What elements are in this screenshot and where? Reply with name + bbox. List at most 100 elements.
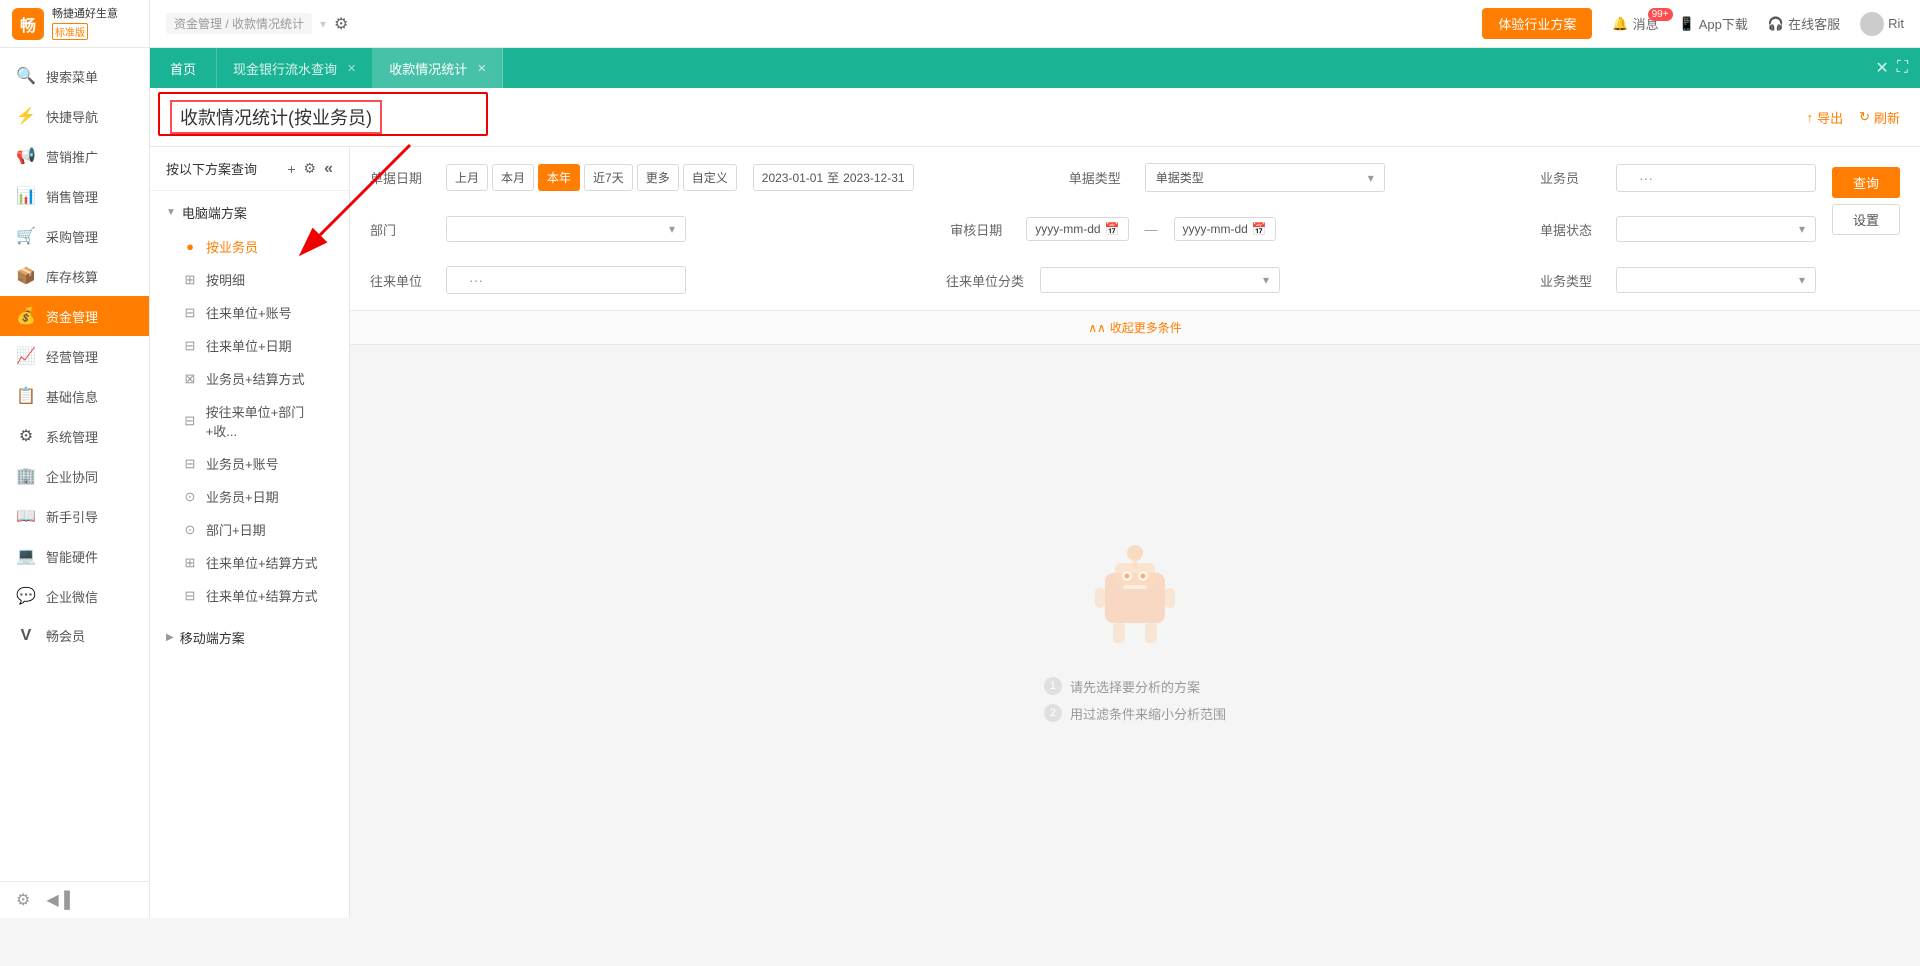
scheme-collapse-icon[interactable]: « <box>324 160 333 178</box>
sidebar-item-purchase-label: 采购管理 <box>46 227 98 246</box>
scheme-item-partner-dept-label: 按往来单位+部门+收... <box>206 402 333 440</box>
scheme-item-by-detail[interactable]: ⊞ 按明细 <box>150 263 349 296</box>
breadcrumb: 资金管理 / 收款情况统计 <box>166 13 312 34</box>
sidebar-item-enterprise-label: 企业协同 <box>46 467 98 486</box>
scheme-item-partner-settlement2[interactable]: ⊟ 往来单位+结算方式 <box>150 579 349 612</box>
sidebar-item-hardware[interactable]: 💻 智能硬件 <box>0 536 149 576</box>
salesman-select[interactable]: ··· <box>1616 164 1816 192</box>
page-content: 收款情况统计(按业务员) ↑ 导出 ↻ 刷新 按以下方案查询 + <box>150 88 1920 918</box>
scheme-item-partner-account[interactable]: ⊟ 往来单位+账号 <box>150 296 349 329</box>
user-avatar <box>1860 12 1884 36</box>
export-button[interactable]: ↑ 导出 <box>1807 108 1844 127</box>
notification-button[interactable]: 🔔 消息 99+ <box>1612 14 1658 33</box>
sidebar-item-sales-label: 销售管理 <box>46 187 98 206</box>
query-button[interactable]: 查询 <box>1832 167 1900 198</box>
tab-home[interactable]: 首页 <box>150 48 217 88</box>
tab-receipt-stats[interactable]: 收款情况统计 ✕ <box>373 48 503 88</box>
scheme-item-partner-date[interactable]: ⊟ 往来单位+日期 <box>150 329 349 362</box>
scheme-item-by-salesman[interactable]: ● 按业务员 <box>150 230 349 263</box>
filter-settings-button[interactable]: 设置 <box>1832 204 1900 235</box>
sidebar-item-sales[interactable]: 📊 销售管理 <box>0 176 149 216</box>
app-download-button[interactable]: 📱 App下载 <box>1679 14 1748 33</box>
sidebar-item-wechat[interactable]: 💬 企业微信 <box>0 576 149 616</box>
review-date-start-input[interactable]: yyyy-mm-dd 📅 <box>1026 217 1128 241</box>
scheme-item-partner-date-label: 往来单位+日期 <box>206 336 292 355</box>
scheme-section-mobile-title[interactable]: ▶ 移动端方案 <box>150 620 349 655</box>
tab-maximize-icon[interactable]: ⛶ <box>1897 59 1908 77</box>
app-download-label: App下载 <box>1699 14 1748 33</box>
scheme-item-dept-date-label: 部门+日期 <box>206 520 266 539</box>
sidebar-item-finance[interactable]: 💰 资金管理 <box>0 296 149 336</box>
filter-panel: 单据日期 上月 本月 本年 近7天 更多 自定义 <box>350 147 1920 918</box>
sidebar-item-purchase[interactable]: 🛒 采购管理 <box>0 216 149 256</box>
date-btn-this-year[interactable]: 本年 <box>538 164 580 191</box>
date-range-input[interactable]: 2023-01-01 至 2023-12-31 <box>753 164 914 191</box>
sidebar-item-system-label: 系统管理 <box>46 427 98 446</box>
member-icon: V <box>16 627 36 645</box>
collapse-bar[interactable]: ∧∧ 收起更多条件 <box>350 311 1920 345</box>
partner-more-icon[interactable]: ··· <box>465 272 487 288</box>
empty-tip-1: 1 请先选择要分析的方案 <box>1044 677 1226 696</box>
tab-close-all-icon[interactable]: ✕ <box>1875 58 1888 78</box>
scheme-item-partner-dept-collect[interactable]: ⊟ 按往来单位+部门+收... <box>150 395 349 447</box>
top-header: 资金管理 / 收款情况统计 ▾ ⚙ 体验行业方案 🔔 消息 99+ 📱 App下… <box>150 0 1920 48</box>
settings-bottom-icon[interactable]: ⚙ <box>16 890 30 910</box>
voucher-status-label: 单据状态 <box>1540 220 1600 239</box>
breadcrumb-gear-icon[interactable]: ⚙ <box>334 14 348 34</box>
sidebar-item-marketing[interactable]: 📢 营销推广 <box>0 136 149 176</box>
scheme-section-desktop-title[interactable]: ▼ 电脑端方案 <box>150 195 349 230</box>
trial-button[interactable]: 体验行业方案 <box>1482 8 1592 39</box>
marketing-icon: 📢 <box>16 146 36 166</box>
date-btn-this-month[interactable]: 本月 <box>492 164 534 191</box>
sidebar-item-operation[interactable]: 📈 经营管理 <box>0 336 149 376</box>
scheme-item-salesman-settlement[interactable]: ⊠ 业务员+结算方式 <box>150 362 349 395</box>
scheme-item-partner-settlement1[interactable]: ⊞ 往来单位+结算方式 <box>150 546 349 579</box>
scheme-settings-icon[interactable]: ⚙ <box>304 160 317 177</box>
tab-bank-flow-close-icon[interactable]: ✕ <box>347 62 356 75</box>
user-info[interactable]: Rit <box>1860 12 1904 36</box>
sidebar-item-enterprise[interactable]: 🏢 企业协同 <box>0 456 149 496</box>
salesman-more-icon[interactable]: ··· <box>1635 170 1657 186</box>
scheme-add-icon[interactable]: + <box>287 161 295 177</box>
department-select[interactable]: ▾ <box>446 216 686 242</box>
sidebar-item-guide[interactable]: 📖 新手引导 <box>0 496 149 536</box>
sidebar-item-inventory[interactable]: 📦 库存核算 <box>0 256 149 296</box>
date-btn-last-month[interactable]: 上月 <box>446 164 488 191</box>
tab-receipt-stats-close-icon[interactable]: ✕ <box>477 62 486 75</box>
tab-bank-flow[interactable]: 现金银行流水查询 ✕ <box>217 48 373 88</box>
scheme-item-dept-date[interactable]: ⊙ 部门+日期 <box>150 513 349 546</box>
main-area: 首页 现金银行流水查询 ✕ 收款情况统计 ✕ ✕ ⛶ 收款情况统计(按业务员) … <box>150 48 1920 918</box>
breadcrumb-area: 资金管理 / 收款情况统计 ▾ ⚙ <box>166 13 1482 34</box>
salesman-label: 业务员 <box>1540 168 1600 187</box>
sidebar-item-system[interactable]: ⚙ 系统管理 <box>0 416 149 456</box>
refresh-icon: ↻ <box>1859 109 1870 125</box>
online-service-button[interactable]: 🎧 在线客服 <box>1768 14 1840 33</box>
voucher-type-select[interactable]: 单据类型 ▾ <box>1145 163 1385 192</box>
sidebar-item-search[interactable]: 🔍 搜索菜单 <box>0 56 149 96</box>
business-type-select[interactable]: ▾ <box>1616 267 1816 293</box>
scheme-item-dept-date-icon: ⊙ <box>182 522 198 538</box>
refresh-button[interactable]: ↻ 刷新 <box>1859 108 1900 127</box>
scheme-item-salesman-date[interactable]: ⊙ 业务员+日期 <box>150 480 349 513</box>
download-icon: 📱 <box>1679 16 1695 32</box>
tip-text-1: 请先选择要分析的方案 <box>1070 677 1200 696</box>
review-date-end-input[interactable]: yyyy-mm-dd 📅 <box>1174 217 1276 241</box>
sidebar-item-quick-nav[interactable]: ⚡ 快捷导航 <box>0 96 149 136</box>
partner-select[interactable]: ··· <box>446 266 686 294</box>
scheme-header-icons: + ⚙ « <box>287 160 333 178</box>
collapse-sidebar-icon[interactable]: ◀▐ <box>46 890 70 910</box>
scheme-item-salesman-account[interactable]: ⊟ 业务员+账号 <box>150 447 349 480</box>
sidebar-item-basic-info-label: 基础信息 <box>46 387 98 406</box>
date-btn-7days[interactable]: 近7天 <box>584 164 633 191</box>
filter-row-1: 单据日期 上月 本月 本年 近7天 更多 自定义 <box>370 163 1816 192</box>
voucher-status-select[interactable]: ▾ <box>1616 216 1816 242</box>
partner-category-select[interactable]: ▾ <box>1040 267 1280 293</box>
date-btn-custom[interactable]: 自定义 <box>683 164 737 191</box>
scheme-item-salesman-settlement-icon: ⊠ <box>182 371 198 387</box>
sidebar-item-member[interactable]: V 畅会员 <box>0 616 149 655</box>
sidebar-item-basic-info[interactable]: 📋 基础信息 <box>0 376 149 416</box>
date-btn-more[interactable]: 更多 <box>637 164 679 191</box>
business-type-label: 业务类型 <box>1540 271 1600 290</box>
review-date-end-value: yyyy-mm-dd <box>1183 222 1248 236</box>
sidebar-item-quick-nav-label: 快捷导航 <box>46 107 98 126</box>
